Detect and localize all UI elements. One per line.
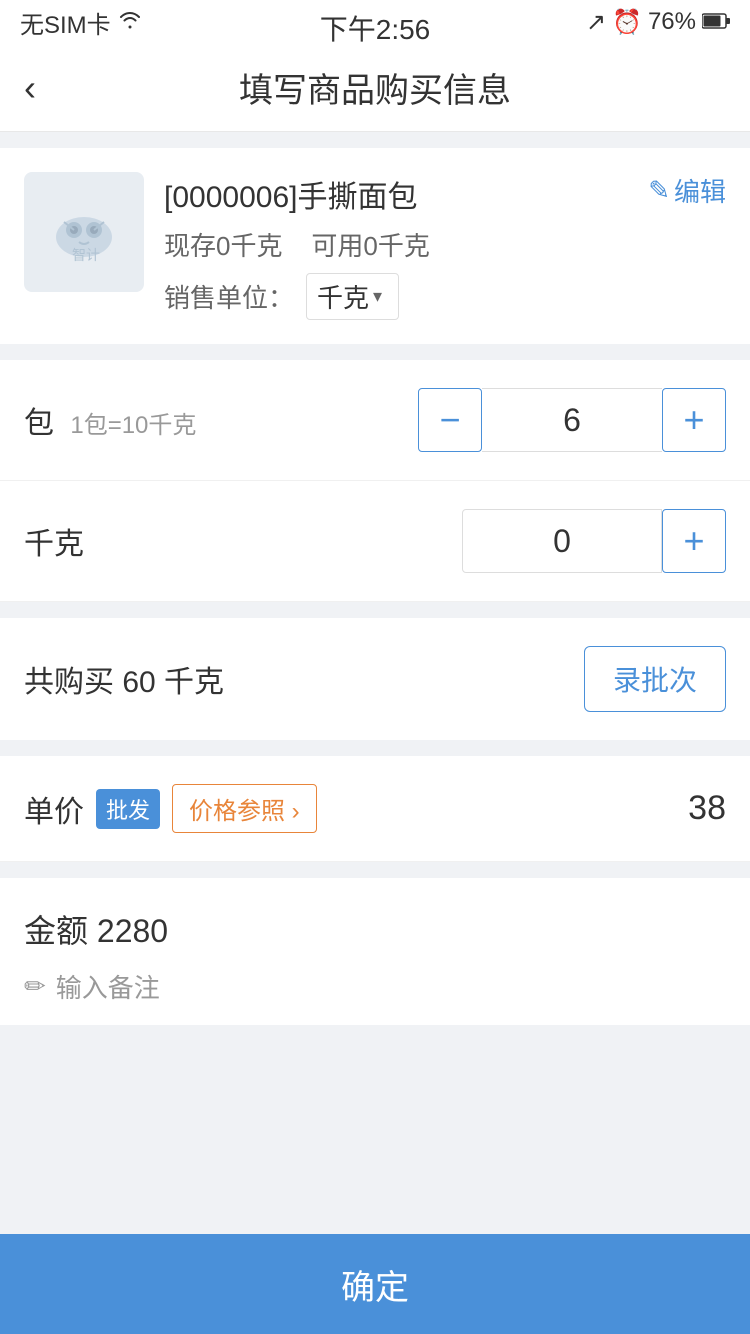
kg-quantity-control: + <box>462 509 726 573</box>
stock-label: 现存0千克 <box>164 231 282 261</box>
total-row: 共购买 60 千克 录批次 <box>0 618 750 740</box>
amount-label: 金额 <box>24 913 88 949</box>
product-unit-row: 销售单位： 千克 ▾ <box>164 273 628 320</box>
kg-input[interactable] <box>462 509 662 573</box>
chevron-down-icon: ▾ <box>373 286 382 307</box>
back-button[interactable]: ‹ <box>24 67 36 109</box>
wifi-icon <box>119 8 141 36</box>
price-tag: 批发 <box>96 789 160 829</box>
bao-row: 包 1包=10千克 − + <box>0 360 750 481</box>
bao-minus-button[interactable]: − <box>418 388 482 452</box>
unit-dropdown[interactable]: 千克 ▾ <box>306 273 399 320</box>
bao-plus-button[interactable]: + <box>662 388 726 452</box>
page-title: 填写商品购买信息 <box>239 63 511 112</box>
edit-button[interactable]: ✎ 编辑 <box>648 172 726 209</box>
total-text: 共购买 60 千克 <box>24 657 224 701</box>
edit-icon: ✎ <box>648 175 670 206</box>
battery-label: 76% <box>648 8 696 36</box>
product-image: 智计 <box>24 172 144 292</box>
location-icon: ↗ <box>586 8 606 37</box>
note-row[interactable]: ✏ 输入备注 <box>24 968 726 1005</box>
batch-button[interactable]: 录批次 <box>584 646 726 712</box>
status-bar: 无SIM卡 下午2:56 ↗ ⏰ 76% <box>0 0 750 44</box>
available-label: 可用0千克 <box>311 231 429 261</box>
svg-text:智计: 智计 <box>72 247 100 262</box>
status-right: ↗ ⏰ 76% <box>586 8 730 37</box>
pencil-icon: ✏ <box>24 971 46 1002</box>
price-value: 38 <box>688 789 726 828</box>
nav-bar: ‹ 填写商品购买信息 <box>0 44 750 132</box>
note-placeholder: 输入备注 <box>56 968 160 1005</box>
bao-input[interactable] <box>482 388 662 452</box>
bao-label: 包 1包=10千克 <box>24 398 418 442</box>
alarm-icon: ⏰ <box>612 8 642 37</box>
quantity-section: 包 1包=10千克 − + 千克 + <box>0 360 750 602</box>
product-stock: 现存0千克 可用0千克 <box>164 226 628 263</box>
amount-value: 2280 <box>97 913 168 949</box>
product-card: 智计 [0000006]手撕面包 现存0千克 可用0千克 销售单位： 千克 ▾ … <box>0 148 750 344</box>
status-left: 无SIM卡 <box>20 5 141 40</box>
carrier-label: 无SIM卡 <box>20 5 111 40</box>
product-logo: 智计 <box>44 202 124 262</box>
status-time: 下午2:56 <box>320 8 431 48</box>
battery-icon <box>702 8 730 36</box>
kg-row: 千克 + <box>0 481 750 602</box>
amount-row: 金额 2280 <box>24 906 726 952</box>
product-name: [0000006]手撕面包 <box>164 172 628 216</box>
bao-hint: 1包=10千克 <box>70 412 196 439</box>
price-row: 单价 批发 价格参照 › 38 <box>0 756 750 862</box>
unit-value: 千克 <box>317 278 369 315</box>
product-info: [0000006]手撕面包 现存0千克 可用0千克 销售单位： 千克 ▾ <box>164 172 628 320</box>
bao-quantity-control: − + <box>418 388 726 452</box>
price-label: 单价 <box>24 787 84 831</box>
kg-plus-button[interactable]: + <box>662 509 726 573</box>
kg-label: 千克 <box>24 519 462 563</box>
amount-section: 金额 2280 ✏ 输入备注 <box>0 878 750 1025</box>
confirm-button[interactable]: 确定 <box>0 1234 750 1334</box>
price-section: 单价 批发 价格参照 › 38 <box>0 756 750 862</box>
unit-label: 销售单位： <box>164 278 294 315</box>
price-ref-button[interactable]: 价格参照 › <box>172 784 317 833</box>
product-card-right: ✎ 编辑 <box>648 172 726 209</box>
